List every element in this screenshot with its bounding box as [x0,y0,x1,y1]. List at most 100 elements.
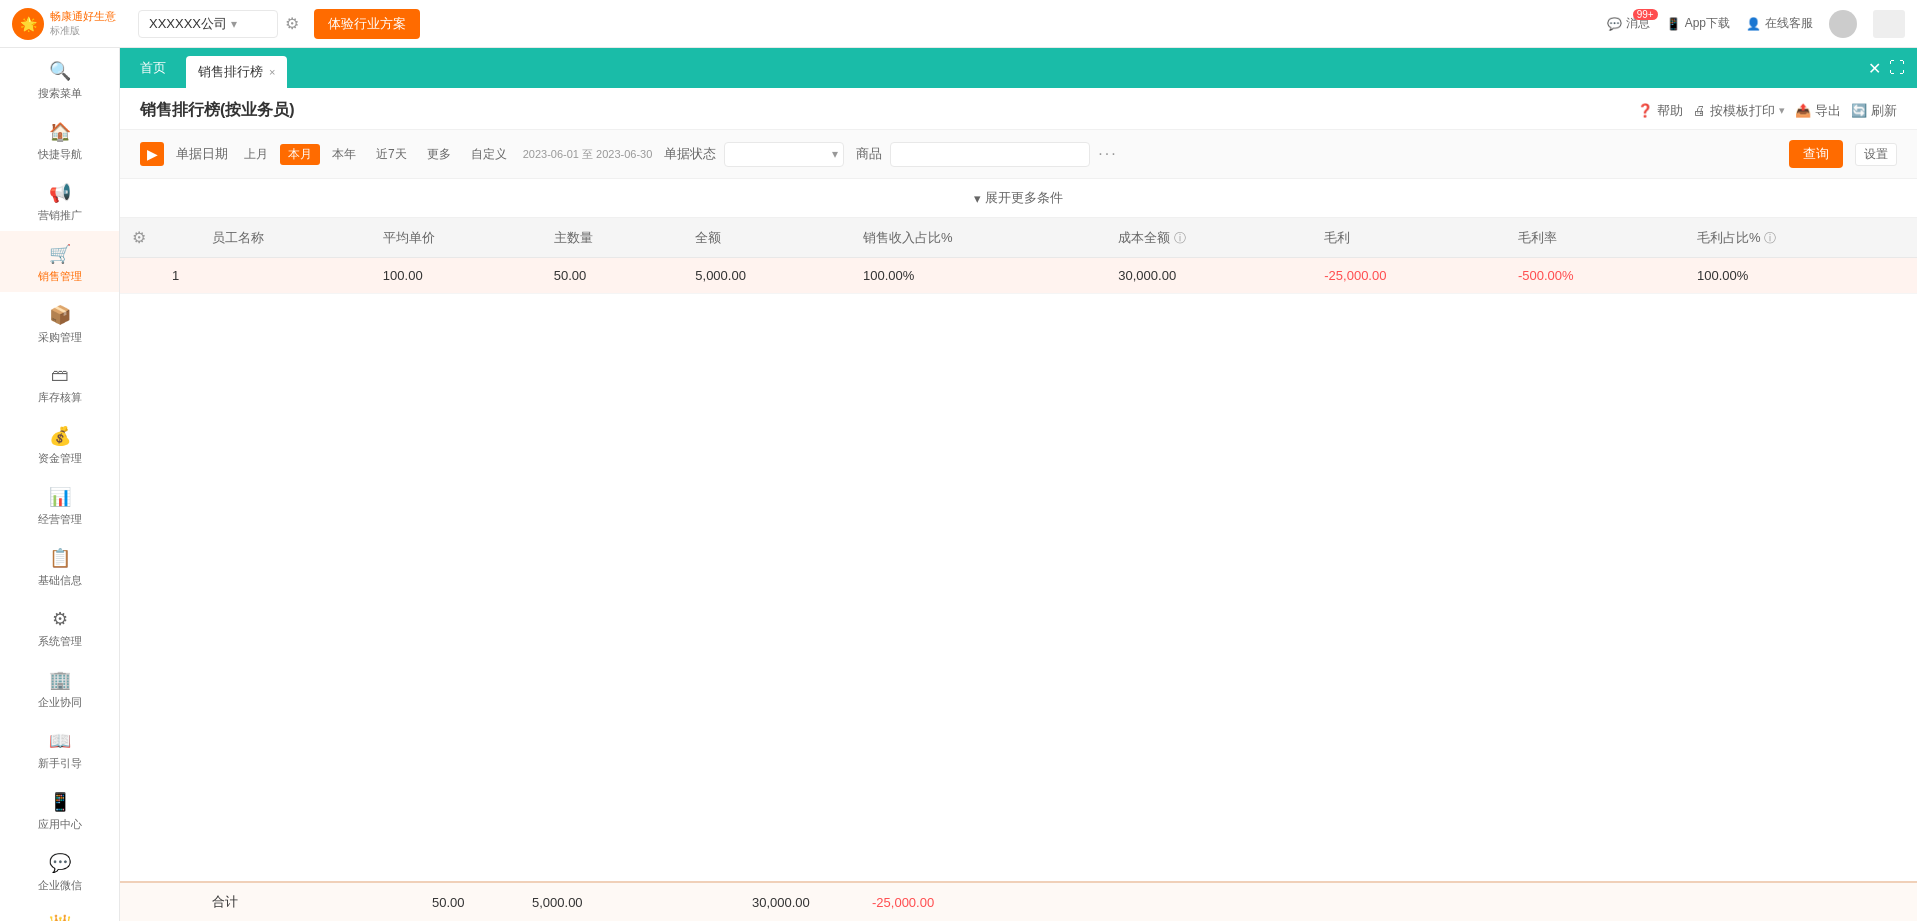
help-icon: ❓ [1637,103,1653,118]
status-select[interactable] [724,142,844,167]
maximize-icon[interactable]: ⛶ [1889,59,1905,77]
sidebar-item-base[interactable]: 📋 基础信息 [0,535,119,596]
inventory-icon: 🗃 [51,365,69,386]
search-icon: 🔍 [49,60,71,82]
date-tab-自定义[interactable]: 自定义 [463,144,515,165]
settings-button[interactable]: ⚙ [278,10,306,38]
export-label: 导出 [1815,102,1841,120]
sidebar-item-purchase[interactable]: 📦 采购管理 [0,292,119,353]
footer-label-cell: 合计 [200,883,320,921]
sidebar-item-search[interactable]: 🔍 搜索菜单 [0,48,119,109]
date-tab-本月[interactable]: 本月 [280,144,320,165]
top-right-actions: 💬 消息 99+ 📱 App下载 👤 在线客服 [1607,10,1905,38]
online-service-button[interactable]: 👤 在线客服 [1746,15,1813,32]
filter-toggle-button[interactable]: ▶ [140,142,164,166]
company-selector[interactable]: XXXXXX公司 ▾ [138,10,278,38]
sidebar-item-marketing[interactable]: 📢 营销推广 [0,170,119,231]
sidebar-item-system[interactable]: ⚙ 系统管理 [0,596,119,657]
finance-icon: 💰 [49,425,71,447]
table-body: 1 100.00 50.00 5,000.00 100.00% 30,000.0… [120,258,1917,294]
tab-home[interactable]: 首页 [124,48,182,88]
avatar[interactable] [1829,10,1857,38]
sidebar-item-management[interactable]: 📊 经营管理 [0,474,119,535]
sidebar: 🔍 搜索菜单 🏠 快捷导航 📢 营销推广 🛒 销售管理 📦 采购管理 🗃 库存核… [0,48,120,921]
cost-info-icon[interactable]: ⓘ [1174,231,1186,245]
export-icon: 📤 [1795,103,1811,118]
sidebar-label-system: 系统管理 [38,634,82,649]
sidebar-label-management: 经营管理 [38,512,82,527]
sidebar-item-guide[interactable]: 📖 新手引导 [0,718,119,779]
date-filter-label: 单据日期 [176,145,228,163]
sidebar-item-finance[interactable]: 💰 资金管理 [0,413,119,474]
message-button[interactable]: 💬 消息 99+ [1607,15,1650,32]
sidebar-item-enterprise[interactable]: 🏢 企业协同 [0,657,119,718]
sidebar-item-inventory[interactable]: 🗃 库存核算 [0,353,119,413]
goods-filter-label: 商品 [856,145,882,163]
more-options-icon[interactable]: ··· [1098,145,1117,163]
sidebar-label-guide: 新手引导 [38,756,82,771]
table-footer-row: 合计 50.00 5,000.00 30,000.00 -25,000.00 [120,881,1917,921]
print-dropdown-icon: ▾ [1779,104,1785,117]
logo-text-block: 畅康通好生意 标准版 [50,9,116,37]
sidebar-item-shortcut[interactable]: 🏠 快捷导航 [0,109,119,170]
th-sales-pct: 销售收入占比% [851,218,1106,258]
enterprise-icon: 🏢 [49,669,71,691]
grosspct-info-icon[interactable]: ⓘ [1764,231,1776,245]
goods-input[interactable] [890,142,1090,167]
expand-more-button[interactable]: ▾ 展开更多条件 [966,185,1071,211]
chevron-down-icon: ▾ [231,17,237,31]
logo-text: 畅康通好生意 [50,9,116,23]
sidebar-item-wechat[interactable]: 💬 企业微信 [0,840,119,901]
sidebar-item-member[interactable]: 👑 畅会员 [0,901,119,921]
sidebar-item-appstore[interactable]: 📱 应用中心 [0,779,119,840]
cell-gross-rate: -500.00% [1506,258,1685,294]
sidebar-label-purchase: 采购管理 [38,330,82,345]
date-tab-上月[interactable]: 上月 [236,144,276,165]
table-container: ⚙ 员工名称 平均单价 主数量 全额 销售收入占比% 成本全额 ⓘ [120,218,1917,881]
refresh-label: 刷新 [1871,102,1897,120]
appstore-icon: 📱 [49,791,71,813]
tab-sales-ranking[interactable]: 销售排行榜 × [186,56,287,88]
th-rank [160,218,200,258]
user-menu[interactable] [1873,10,1905,38]
cell-rank: 1 [160,258,200,294]
industry-button[interactable]: 体验行业方案 [314,9,420,39]
print-icon: 🖨 [1693,103,1706,118]
date-tabs: 上月本月本年近7天更多自定义 [236,144,515,165]
sidebar-item-sales[interactable]: 🛒 销售管理 [0,231,119,292]
column-settings-icon[interactable]: ⚙ [132,229,146,246]
settings-button-side[interactable]: 设置 [1855,143,1897,166]
footer-avg-cell [320,892,420,912]
expand-label: 展开更多条件 [985,189,1063,207]
shortcut-icon: 🏠 [49,121,71,143]
system-icon: ⚙ [52,608,68,630]
sidebar-label-enterprise: 企业协同 [38,695,82,710]
tab-close-icon[interactable]: × [269,66,275,78]
cell-gross-pct: 100.00% [1685,258,1917,294]
th-cost: 成本全额 ⓘ [1106,218,1312,258]
refresh-button[interactable]: 🔄 刷新 [1851,102,1897,120]
cell-gross: -25,000.00 [1312,258,1506,294]
tab-bar: 首页 销售排行榜 × ✕ ⛶ [120,48,1917,88]
sidebar-label-wechat: 企业微信 [38,878,82,893]
export-button[interactable]: 📤 导出 [1795,102,1841,120]
top-bar: 🌟 畅康通好生意 标准版 XXXXXX公司 ▾ ⚙ 体验行业方案 💬 消息 99… [0,0,1917,48]
base-icon: 📋 [49,547,71,569]
cell-quantity: 50.00 [542,258,684,294]
filter-bar: ▶ 单据日期 上月本月本年近7天更多自定义 2023-06-01 至 2023-… [120,130,1917,179]
print-label: 按模板打印 [1710,102,1775,120]
main-area: 🔍 搜索菜单 🏠 快捷导航 📢 营销推广 🛒 销售管理 📦 采购管理 🗃 库存核… [0,48,1917,921]
date-tab-更多[interactable]: 更多 [419,144,459,165]
tab-label: 销售排行榜 [198,63,263,81]
help-button[interactable]: ❓ 帮助 [1637,102,1683,120]
query-button[interactable]: 查询 [1789,140,1843,168]
date-tab-近7天[interactable]: 近7天 [368,144,415,165]
print-button[interactable]: 🖨 按模板打印 ▾ [1693,102,1785,120]
sidebar-label-inventory: 库存核算 [38,390,82,405]
sidebar-label-search: 搜索菜单 [38,86,82,101]
footer-qty-cell: 50.00 [420,885,520,920]
table-header-row: ⚙ 员工名称 平均单价 主数量 全额 销售收入占比% 成本全额 ⓘ [120,218,1917,258]
close-window-icon[interactable]: ✕ [1868,59,1881,78]
date-tab-本年[interactable]: 本年 [324,144,364,165]
app-download-button[interactable]: 📱 App下载 [1666,15,1730,32]
